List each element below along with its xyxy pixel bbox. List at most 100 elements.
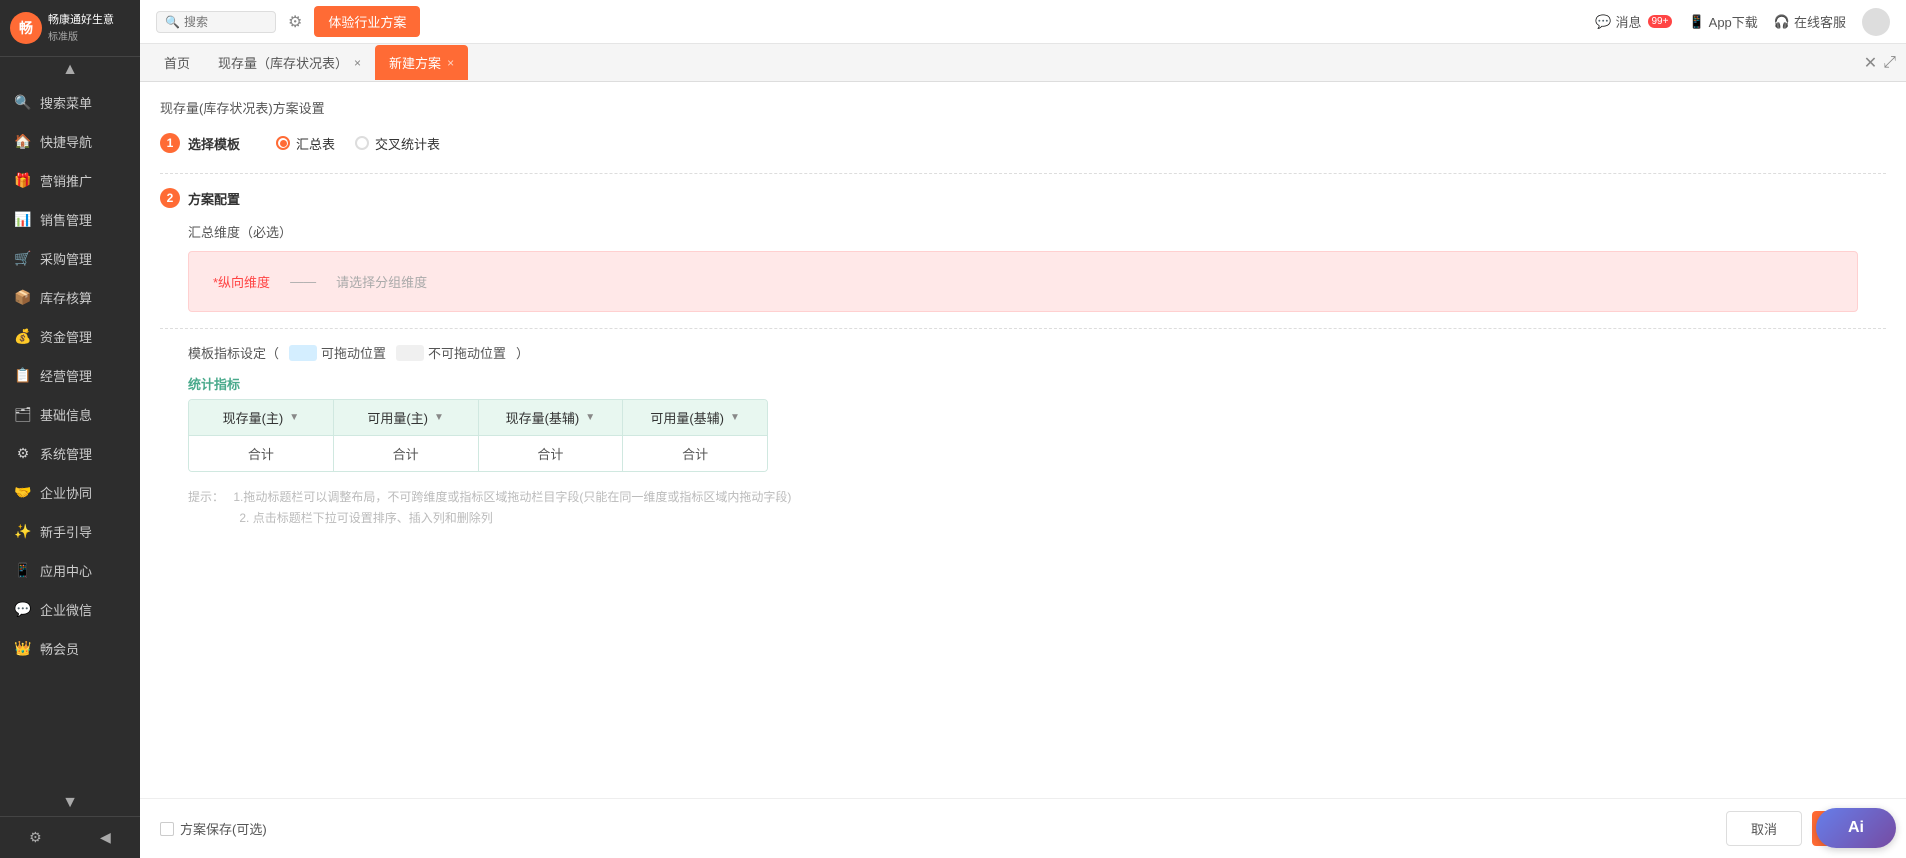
- sidebar-scroll-up[interactable]: ▲: [0, 57, 140, 83]
- main-content: 现存量(库存状况表)方案设置 1 选择模板 汇总表 交叉统计表: [140, 82, 1906, 798]
- search-bar[interactable]: 🔍: [156, 11, 276, 33]
- maximize-tab-button[interactable]: ⤢: [1883, 53, 1896, 73]
- trial-button[interactable]: 体验行业方案: [314, 6, 420, 37]
- save-checkbox[interactable]: [160, 822, 174, 836]
- vertical-dim-area[interactable]: *纵向维度 —— 请选择分组维度: [188, 251, 1858, 312]
- header-cell-0[interactable]: 现存量(主) ▼: [189, 400, 334, 435]
- dim-separator: ——: [290, 274, 316, 289]
- tab-inventory-close[interactable]: ×: [354, 56, 361, 70]
- header-cell-1[interactable]: 可用量(主) ▼: [334, 400, 479, 435]
- app-logo-icon: 畅: [10, 12, 42, 44]
- section-config: 2 方案配置 汇总维度（必选） *纵向维度 —— 请选择分组维度 模板指标设定（…: [160, 188, 1886, 526]
- settings-icon[interactable]: ⚙: [288, 12, 302, 32]
- tab-inventory-label: 现存量（库存状况表）: [218, 53, 348, 72]
- tabs-bar: 首页 现存量（库存状况表） × 新建方案 × ✕ ⤢: [140, 44, 1906, 82]
- handshake-icon: 🤝: [14, 484, 32, 502]
- not-draggable-label: 不可拖动位置: [428, 343, 506, 362]
- tab-home[interactable]: 首页: [150, 45, 204, 80]
- section1-title: 选择模板: [188, 134, 240, 153]
- sidebar-item-inventory[interactable]: 📦 库存核算: [0, 278, 140, 317]
- wechat-icon: 💬: [14, 601, 32, 619]
- section-template: 1 选择模板 汇总表 交叉统计表: [160, 133, 1886, 153]
- user-avatar[interactable]: [1862, 8, 1890, 36]
- close-tab-button[interactable]: ✕: [1864, 53, 1877, 73]
- not-draggable-tag: 不可拖动位置: [396, 343, 506, 362]
- tips-section: 提示： 1.拖动标题栏可以调整布局，不可跨维度或指标区域拖动栏目字段(只能在同一…: [188, 488, 1858, 526]
- chart-icon: 📊: [14, 211, 32, 229]
- tabs-actions: ✕ ⤢: [1864, 53, 1896, 73]
- save-option[interactable]: 方案保存(可选): [160, 819, 267, 838]
- search-input[interactable]: [184, 15, 264, 29]
- settings-button[interactable]: ⚙: [21, 825, 50, 850]
- required-mark: *纵向维度: [213, 272, 270, 291]
- sidebar-item-wechat[interactable]: 💬 企业微信: [0, 590, 140, 629]
- sidebar-item-basic-info[interactable]: 🗂 基础信息: [0, 395, 140, 434]
- sidebar-item-label: 新手引导: [40, 522, 92, 541]
- stats-header-row: 现存量(主) ▼ 可用量(主) ▼ 现存量(基辅) ▼ 可用量(基辅): [189, 400, 767, 435]
- tip-2: 2. 点击标题栏下拉可设置排序、插入列和删除列: [188, 509, 1858, 526]
- sidebar-item-purchase[interactable]: 🛒 采购管理: [0, 239, 140, 278]
- divider1: [160, 173, 1886, 174]
- radio-summary-label: 汇总表: [296, 134, 335, 153]
- message-button[interactable]: 💬 消息 99+: [1595, 12, 1672, 31]
- app-download-label: App下载: [1709, 12, 1758, 31]
- dim-placeholder: 请选择分组维度: [336, 272, 427, 291]
- draggable-label: 可拖动位置: [321, 343, 386, 362]
- header-cell-3[interactable]: 可用量(基辅) ▼: [623, 400, 767, 435]
- sidebar-item-app-center[interactable]: 📱 应用中心: [0, 551, 140, 590]
- topbar-right: 💬 消息 99+ 📱 App下载 🎧 在线客服: [1595, 8, 1890, 36]
- section2-title: 方案配置: [188, 189, 240, 208]
- page-title: 现存量(库存状况表)方案设置: [160, 98, 1886, 117]
- tab-new-plan-close[interactable]: ×: [447, 56, 454, 70]
- radio-cross-dot: [355, 136, 369, 150]
- summary-dim-label: 汇总维度（必选）: [188, 222, 1886, 241]
- app-download-button[interactable]: 📱 App下载: [1688, 12, 1757, 31]
- sidebar-item-search-menu[interactable]: 🔍 搜索菜单: [0, 83, 140, 122]
- tip-1: 提示： 1.拖动标题栏可以调整布局，不可跨维度或指标区域拖动栏目字段(只能在同一…: [188, 488, 1858, 505]
- sidebar-item-label: 销售管理: [40, 210, 92, 229]
- sidebar-item-guide[interactable]: ✨ 新手引导: [0, 512, 140, 551]
- sidebar-logo: 畅 畅康通好生意 标准版: [0, 0, 140, 57]
- sidebar-item-marketing[interactable]: 🎁 营销推广: [0, 161, 140, 200]
- box-icon: 📦: [14, 289, 32, 307]
- sidebar-item-system[interactable]: ⚙ 系统管理: [0, 434, 140, 473]
- sidebar-item-label: 搜索菜单: [40, 93, 92, 112]
- body-cell-3: 合计: [623, 436, 767, 471]
- radio-cross-label: 交叉统计表: [375, 134, 440, 153]
- main-area: 🔍 ⚙ 体验行业方案 💬 消息 99+ 📱 App下载 🎧 在线客服 首页: [140, 0, 1906, 858]
- stats-title: 统计指标: [188, 374, 1858, 393]
- indicator-settings-label: 模板指标设定（: [188, 343, 279, 362]
- header-cell-2[interactable]: 现存量(基辅) ▼: [479, 400, 624, 435]
- sidebar-item-label: 畅会员: [40, 639, 79, 658]
- indicator-end: ）: [516, 343, 529, 362]
- tab-home-label: 首页: [164, 53, 190, 72]
- sidebar-item-finance[interactable]: 💰 资金管理: [0, 317, 140, 356]
- tab-inventory[interactable]: 现存量（库存状况表） ×: [204, 45, 375, 80]
- sidebar-bottom: ⚙ ◀: [0, 816, 140, 858]
- section1-num: 1: [160, 133, 180, 153]
- collapse-button[interactable]: ◀: [92, 825, 119, 850]
- sidebar-item-label: 库存核算: [40, 288, 92, 307]
- customer-service-button[interactable]: 🎧 在线客服: [1774, 12, 1846, 31]
- not-draggable-color-swatch: [396, 345, 424, 361]
- sidebar-item-operations[interactable]: 📋 经营管理: [0, 356, 140, 395]
- sidebar-item-quick-nav[interactable]: 🏠 快捷导航: [0, 122, 140, 161]
- sidebar-scroll-down[interactable]: ▼: [0, 790, 140, 816]
- section1-header: 1 选择模板 汇总表 交叉统计表: [160, 133, 1886, 153]
- draggable-color-swatch: [289, 345, 317, 361]
- sidebar-item-label: 资金管理: [40, 327, 92, 346]
- sidebar-item-member[interactable]: 👑 畅会员: [0, 629, 140, 668]
- stats-section: 统计指标 现存量(主) ▼ 可用量(主) ▼ 现存量(基辅): [188, 374, 1858, 472]
- app-version: 标准版: [48, 28, 114, 43]
- sidebar-item-label: 应用中心: [40, 561, 92, 580]
- tab-new-plan[interactable]: 新建方案 ×: [375, 45, 468, 80]
- sidebar-item-label: 企业协同: [40, 483, 92, 502]
- radio-summary[interactable]: 汇总表: [276, 134, 335, 153]
- stats-table: 现存量(主) ▼ 可用量(主) ▼ 现存量(基辅) ▼ 可用量(基辅): [188, 399, 768, 472]
- radio-cross[interactable]: 交叉统计表: [355, 134, 440, 153]
- cancel-button[interactable]: 取消: [1726, 811, 1802, 846]
- ai-fab-button[interactable]: Ai: [1816, 808, 1896, 848]
- sidebar-item-sales[interactable]: 📊 销售管理: [0, 200, 140, 239]
- sidebar-item-cooperation[interactable]: 🤝 企业协同: [0, 473, 140, 512]
- search-icon: 🔍: [165, 15, 180, 29]
